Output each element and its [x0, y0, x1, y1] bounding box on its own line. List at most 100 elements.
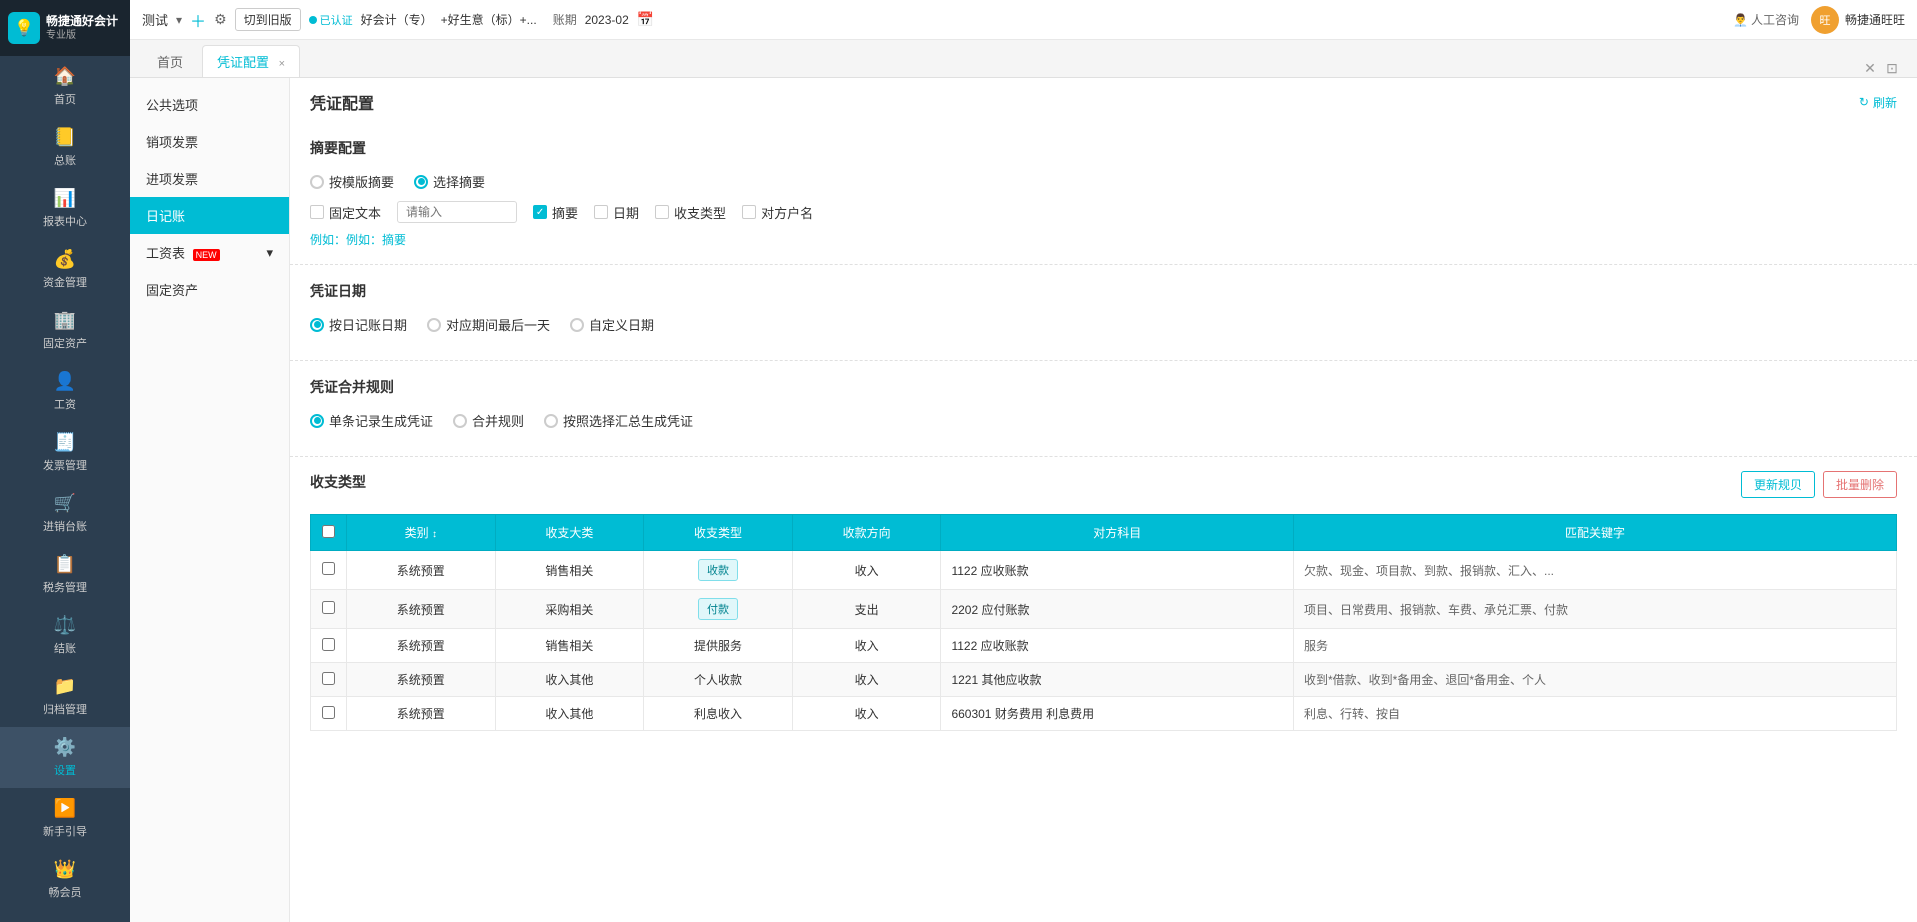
table-row: 系统预置 收入其他 利息收入 收入 660301 财务费用 利息费用 利息、行转… — [311, 697, 1897, 731]
radio-select-total[interactable]: 按照选择汇总生成凭证 — [544, 411, 693, 430]
chevron-down-icon: ▾ — [266, 245, 273, 261]
certified-dot — [309, 16, 317, 24]
sidebar-logo: 💡 畅捷通好会计 专业版 — [0, 0, 130, 56]
table-row: 系统预置 收入其他 个人收款 收入 1221 其他应收款 收到*借款、收到*备用… — [311, 663, 1897, 697]
radio-period-last[interactable]: 对应期间最后一天 — [427, 315, 550, 334]
left-panel-sales-invoice[interactable]: 销项发票 — [130, 123, 289, 160]
income-type-table: 类别 ↕ 收支大类 收支类型 收款方向 对方科目 匹配关键字 系统预置 — [310, 514, 1897, 731]
select-all-checkbox[interactable] — [322, 525, 335, 538]
sidebar-item-member[interactable]: 👑 畅会员 — [0, 849, 130, 910]
user-menu[interactable]: 旺 畅捷通旺旺 — [1811, 6, 1905, 34]
radio-single[interactable]: 单条记录生成凭证 — [310, 411, 433, 430]
row-checkbox[interactable] — [322, 562, 335, 575]
checkbox-box-summary: ✓ — [533, 205, 547, 219]
ledger-icon: 📒 — [54, 127, 76, 148]
fixed-text-input[interactable] — [397, 201, 517, 223]
tab-home[interactable]: 首页 — [142, 45, 198, 77]
sidebar-item-home[interactable]: 🏠 首页 — [0, 56, 130, 117]
row-checkbox[interactable] — [322, 672, 335, 685]
checkbox-box-counterparty — [742, 205, 756, 219]
logo-icon: 💡 — [8, 12, 40, 44]
table-row: 系统预置 采购相关 付款 支出 2202 应付账款 项目、日常费用、报销款、车费… — [311, 590, 1897, 629]
calendar-icon[interactable]: 📅 — [637, 11, 654, 28]
assets-icon: 🏢 — [54, 310, 76, 331]
radio-circle-select — [414, 175, 428, 189]
radio-select-summary[interactable]: 选择摘要 — [414, 172, 485, 191]
radio-circle-single — [310, 414, 324, 428]
checkbox-counterparty[interactable]: 对方户名 — [742, 203, 813, 222]
type-tag[interactable]: 收款 — [698, 559, 738, 581]
sidebar-item-settings[interactable]: ⚙️ 设置 — [0, 727, 130, 788]
sidebar-item-guide[interactable]: ▶️ 新手引导 — [0, 788, 130, 849]
td-direction: 收入 — [792, 551, 941, 590]
purchase-icon: 🛒 — [54, 493, 76, 514]
sidebar-item-payroll[interactable]: 👤 工资 — [0, 361, 130, 422]
sidebar-item-tax[interactable]: 📋 税务管理 — [0, 544, 130, 605]
radio-template-summary[interactable]: 按模版摘要 — [310, 172, 394, 191]
window-maximize-button[interactable]: ⊡ — [1883, 59, 1901, 77]
update-button[interactable]: 更新规贝 — [1741, 471, 1815, 498]
radio-circle-select-total — [544, 414, 558, 428]
checkbox-fixed-text[interactable]: 固定文本 — [310, 203, 381, 222]
topbar-right: 👨‍💼 人工咨询 旺 畅捷通旺旺 — [1733, 6, 1905, 34]
settle-icon: ⚖️ — [54, 615, 76, 636]
window-close-button[interactable]: ✕ — [1861, 59, 1879, 77]
row-checkbox[interactable] — [322, 706, 335, 719]
topbar-dropdown-icon[interactable]: ▾ — [176, 13, 182, 27]
sidebar-item-invoice[interactable]: 🧾 发票管理 — [0, 422, 130, 483]
td-category: 系统预置 — [347, 697, 496, 731]
row-checkbox[interactable] — [322, 601, 335, 614]
sidebar-item-ledger[interactable]: 📒 总账 — [0, 117, 130, 178]
td-category: 系统预置 — [347, 663, 496, 697]
row-checkbox[interactable] — [322, 638, 335, 651]
summary-checkbox-row: 固定文本 ✓ 摘要 日期 收支类型 — [310, 201, 1897, 223]
settings-icon: ⚙️ — [54, 737, 76, 758]
radio-merge-rule[interactable]: 合并规则 — [453, 411, 524, 430]
topbar-settings-icon[interactable]: ⚙ — [214, 11, 227, 28]
td-keywords: 利息、行转、按自 — [1293, 697, 1896, 731]
refresh-button[interactable]: ↻ 刷新 — [1859, 94, 1897, 111]
th-big-type: 收支大类 — [495, 515, 644, 551]
topbar-add-icon[interactable]: ＋ — [190, 8, 206, 32]
topbar: 测试 ▾ ＋ ⚙ 切到旧版 已认证 好会计（专） +好生意（标）+... 账期 … — [130, 0, 1917, 40]
left-panel-public[interactable]: 公共选项 — [130, 86, 289, 123]
th-subject: 对方科目 — [941, 515, 1294, 551]
certified-label: 已认证 — [320, 12, 353, 28]
tab-voucher-config[interactable]: 凭证配置 × — [202, 45, 300, 77]
batch-delete-button[interactable]: 批量删除 — [1823, 471, 1897, 498]
checkbox-box-fixed — [310, 205, 324, 219]
sidebar-item-reports[interactable]: 📊 报表中心 — [0, 178, 130, 239]
income-type-title: 收支类型 — [310, 472, 366, 492]
main-area: 测试 ▾ ＋ ⚙ 切到旧版 已认证 好会计（专） +好生意（标）+... 账期 … — [130, 0, 1917, 922]
sidebar-item-purchase[interactable]: 🛒 进销台账 — [0, 483, 130, 544]
td-keywords: 欠款、现金、项目款、到款、报销款、汇入、... — [1293, 551, 1896, 590]
td-subject: 1221 其他应收款 — [941, 663, 1294, 697]
tab-close-icon[interactable]: × — [279, 58, 285, 70]
th-sort-icon: ↕ — [432, 529, 437, 540]
left-panel-fixed-assets[interactable]: 固定资产 — [130, 271, 289, 308]
sidebar-nav: 🏠 首页 📒 总账 📊 报表中心 💰 资金管理 🏢 固定资产 👤 工资 🧾 发票… — [0, 56, 130, 922]
type-tag[interactable]: 付款 — [698, 598, 738, 620]
page-area: 公共选项 销项发票 进项发票 日记账 工资表 NEW ▾ 固定资产 — [130, 78, 1917, 922]
content-area: 凭证配置 ↻ 刷新 摘要配置 按模版摘要 选择摘要 — [290, 78, 1917, 922]
radio-custom-date[interactable]: 自定义日期 — [570, 315, 654, 334]
td-direction: 支出 — [792, 590, 941, 629]
reports-icon: 📊 — [54, 188, 76, 209]
checkbox-summary[interactable]: ✓ 摘要 — [533, 203, 578, 222]
new-badge: NEW — [193, 249, 220, 261]
left-panel-journal[interactable]: 日记账 — [130, 197, 289, 234]
radio-journal-date[interactable]: 按日记账日期 — [310, 315, 407, 334]
switch-version-button[interactable]: 切到旧版 — [235, 8, 301, 31]
username: 畅捷通旺旺 — [1845, 11, 1905, 28]
left-panel-purchase-invoice[interactable]: 进项发票 — [130, 160, 289, 197]
sidebar-item-funds[interactable]: 💰 资金管理 — [0, 239, 130, 300]
service-button[interactable]: 👨‍💼 人工咨询 — [1733, 11, 1799, 28]
sidebar-item-assets[interactable]: 🏢 固定资产 — [0, 300, 130, 361]
sidebar-item-settle[interactable]: ⚖️ 结账 — [0, 605, 130, 666]
checkbox-date[interactable]: 日期 — [594, 203, 639, 222]
checkbox-income-type[interactable]: 收支类型 — [655, 203, 726, 222]
tax-icon: 📋 — [54, 554, 76, 575]
left-panel-payroll-table[interactable]: 工资表 NEW ▾ — [130, 234, 289, 271]
guide-icon: ▶️ — [54, 798, 76, 819]
sidebar-item-archive[interactable]: 📁 归档管理 — [0, 666, 130, 727]
